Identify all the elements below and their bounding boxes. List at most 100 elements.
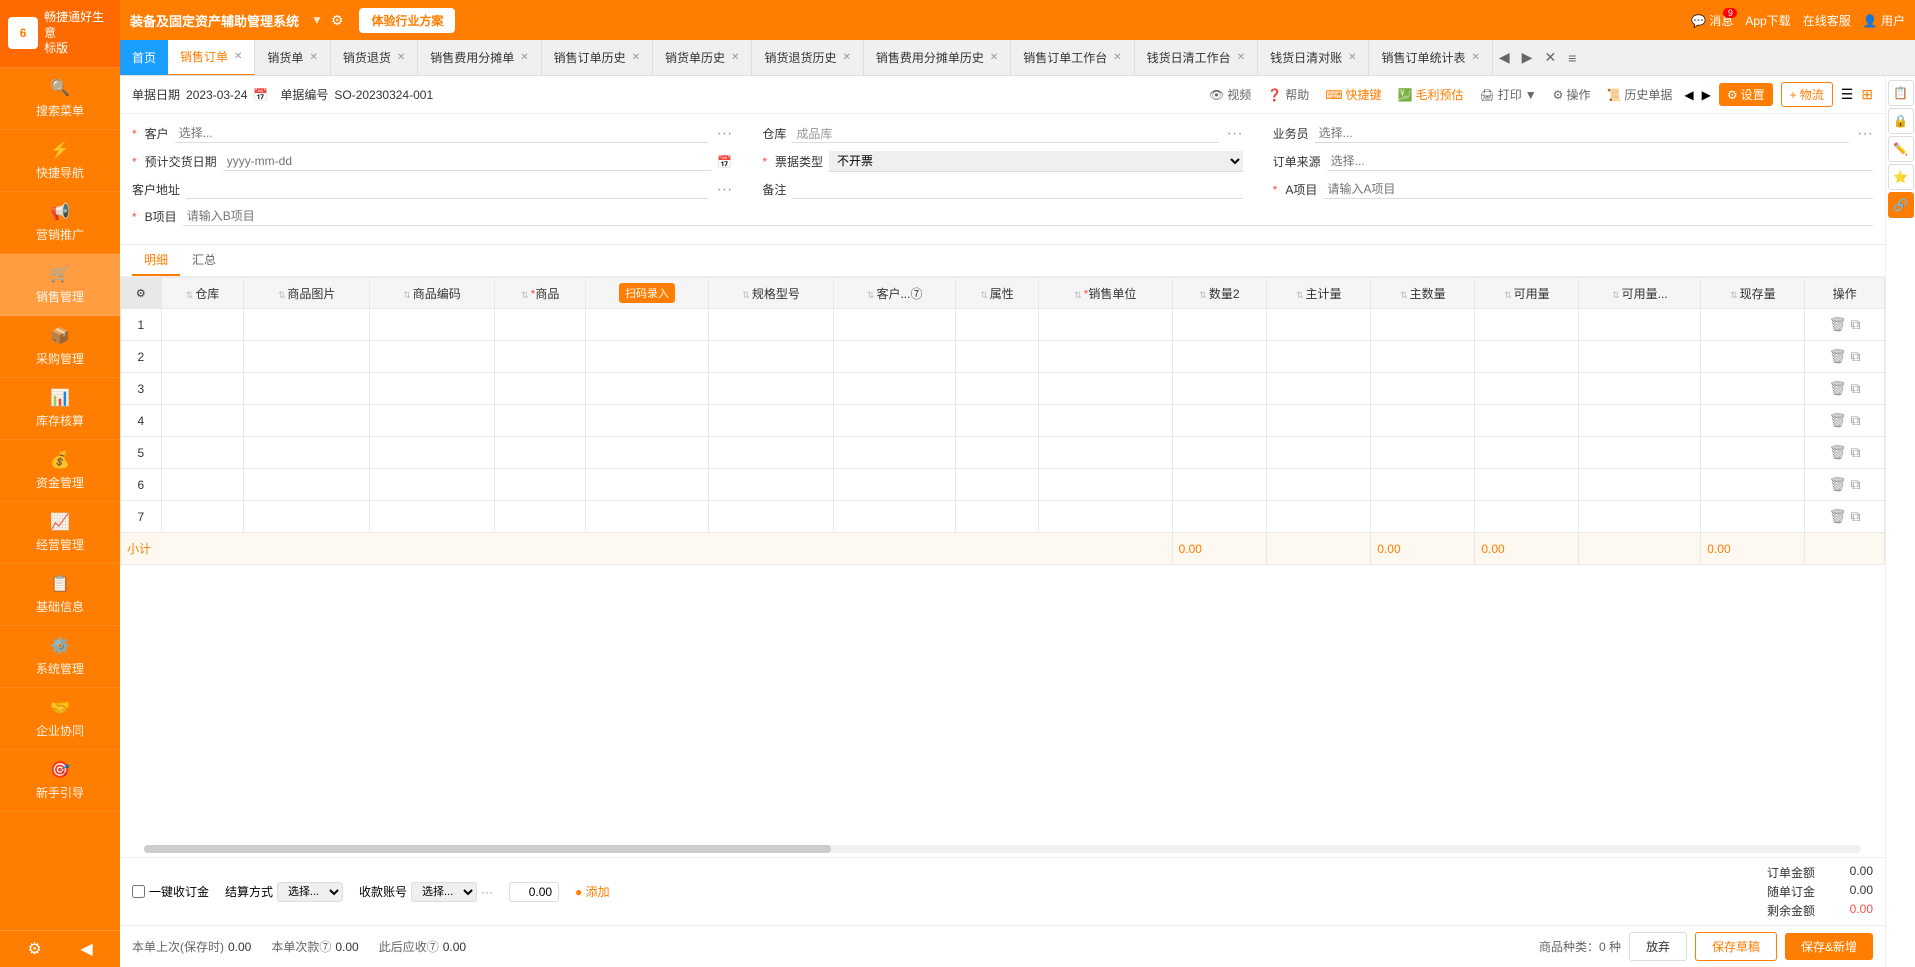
sidebar-item-inventory[interactable]: 📊 库存核算 [0, 378, 120, 440]
tab-close-cash-workbench-icon[interactable]: ✕ [1237, 52, 1245, 63]
grid-view-icon[interactable]: ☰ [1841, 86, 1854, 103]
delivery-calendar-icon[interactable]: 📅 [717, 155, 732, 169]
sidebar-item-system[interactable]: ⚙️ 系统管理 [0, 626, 120, 688]
copy-icon-1[interactable]: ⧉ [1851, 316, 1861, 333]
scan-btn[interactable]: 扫码录入 [619, 283, 675, 303]
row-1-main-unit[interactable] [1267, 309, 1371, 341]
tab-close-slip-history-icon[interactable]: ✕ [731, 52, 739, 63]
sidebar-item-search[interactable]: 🔍 搜索菜单 [0, 68, 120, 130]
sidebar-item-guide[interactable]: 🎯 新手引导 [0, 750, 120, 812]
save-new-button[interactable]: 保存&新增 [1785, 933, 1873, 960]
address-input[interactable] [186, 180, 708, 199]
save-draft-button[interactable]: 保存草稿 [1695, 932, 1777, 961]
sidebar-item-sales[interactable]: 🛒 销售管理 [0, 254, 120, 316]
row-7-warehouse[interactable] [161, 501, 244, 533]
delete-icon-1[interactable]: 🗑 [1829, 316, 1847, 333]
sidebar-item-finance[interactable]: 💰 资金管理 [0, 440, 120, 502]
copy-icon-6[interactable]: ⧉ [1851, 476, 1861, 493]
tab-expense-history[interactable]: 销售费用分摊单历史 ✕ [864, 40, 1011, 76]
topbar-gear-icon[interactable]: ⚙ [331, 12, 344, 29]
row-1-warehouse[interactable] [161, 309, 244, 341]
tab-close-expense-split-icon[interactable]: ✕ [520, 52, 528, 63]
shortcut-btn[interactable]: ⌨ 快捷键 [1321, 84, 1385, 105]
b-project-input[interactable] [183, 207, 1873, 226]
tab-order-workbench[interactable]: 销售订单工作台 ✕ [1011, 40, 1134, 76]
calendar-icon[interactable]: 📅 [253, 88, 268, 102]
scroll-area[interactable] [144, 845, 1861, 853]
solution-button[interactable]: 体验行业方案 [359, 8, 455, 33]
warehouse-input[interactable] [792, 124, 1218, 143]
tab-close-sales-return-icon[interactable]: ✕ [397, 52, 405, 63]
row-2-product[interactable] [495, 341, 586, 373]
row-1-customer[interactable] [834, 309, 956, 341]
warehouse-more-icon[interactable]: ··· [1227, 125, 1243, 143]
col-gear[interactable]: ⚙ [121, 278, 162, 309]
row-1-code[interactable] [369, 309, 494, 341]
print-btn[interactable]: 🖨 打印 ▼ [1476, 84, 1541, 105]
salesperson-input[interactable] [1315, 124, 1849, 143]
right-panel-btn-5[interactable]: 🔗 [1888, 192, 1914, 218]
tab-next-btn[interactable]: ▶ [1516, 49, 1539, 66]
row-5-warehouse[interactable] [161, 437, 244, 469]
tab-expense-split[interactable]: 销售费用分摊单 ✕ [418, 40, 541, 76]
delete-icon-5[interactable]: 🗑 [1829, 444, 1847, 461]
row-4-warehouse[interactable] [161, 405, 244, 437]
tab-close-expense-history-icon[interactable]: ✕ [990, 52, 998, 63]
payment-method-select[interactable]: 选择... [277, 882, 343, 902]
col-scan[interactable]: 扫码录入 [586, 278, 709, 309]
tab-close-order-stats-icon[interactable]: ✕ [1472, 52, 1480, 63]
settings-btn[interactable]: ⚙ [27, 939, 41, 959]
print-dropdown-icon[interactable]: ▼ [1525, 88, 1537, 102]
row-1-unit[interactable] [1038, 309, 1172, 341]
right-panel-btn-2[interactable]: 🔒 [1888, 108, 1914, 134]
tab-close-icon[interactable]: ✕ [234, 51, 242, 62]
order-source-input[interactable] [1327, 152, 1873, 171]
a-project-input[interactable] [1323, 180, 1873, 199]
title-dropdown[interactable]: ▼ [311, 13, 323, 27]
sidebar-item-marketing[interactable]: 📢 营销推广 [0, 192, 120, 254]
tab-cash-reconcile[interactable]: 钱货日清对账 ✕ [1258, 40, 1369, 76]
sidebar-item-business[interactable]: 📈 经营管理 [0, 502, 120, 564]
tab-slip-history[interactable]: 销货单历史 ✕ [653, 40, 752, 76]
sidebar-item-nav[interactable]: ⚡ 快捷导航 [0, 130, 120, 192]
delete-icon-2[interactable]: 🗑 [1829, 348, 1847, 365]
sidebar-item-collab[interactable]: 🤝 企业协同 [0, 688, 120, 750]
quick-confirm-checkbox[interactable] [132, 885, 145, 898]
invoice-type-select[interactable]: 不开票 [829, 151, 1243, 172]
row-2-main-unit[interactable] [1267, 341, 1371, 373]
copy-icon-5[interactable]: ⧉ [1851, 444, 1861, 461]
tab-close-order-workbench-icon[interactable]: ✕ [1113, 52, 1121, 63]
tab-close-order-history-icon[interactable]: ✕ [632, 52, 640, 63]
collapse-btn[interactable]: ◀ [80, 939, 92, 959]
sidebar-item-basic[interactable]: 📋 基础信息 [0, 564, 120, 626]
row-2-unit[interactable] [1038, 341, 1172, 373]
tab-prev-btn[interactable]: ◀ [1493, 49, 1516, 66]
copy-icon-4[interactable]: ⧉ [1851, 412, 1861, 429]
profit-btn[interactable]: 💹 毛利预估 [1394, 84, 1468, 105]
delivery-date-input[interactable] [223, 152, 712, 171]
tab-close-return-history-icon[interactable]: ✕ [842, 52, 850, 63]
message-badge[interactable]: 💬 9 消息 [1691, 12, 1733, 29]
delete-icon-4[interactable]: 🗑 [1829, 412, 1847, 429]
add-logistics-btn[interactable]: + 物流 [1781, 82, 1833, 107]
tab-return-history[interactable]: 销货退货历史 ✕ [752, 40, 863, 76]
address-more-icon[interactable]: ··· [716, 181, 732, 199]
copy-icon-3[interactable]: ⧉ [1851, 380, 1861, 397]
operation-btn[interactable]: ⚙ 操作 [1549, 84, 1595, 105]
customer-more-icon[interactable]: ··· [716, 125, 732, 143]
row-2-customer[interactable] [834, 341, 956, 373]
row-1-main-qty[interactable] [1371, 309, 1475, 341]
user-menu[interactable]: 👤 用户 [1863, 12, 1905, 29]
history-btn[interactable]: 📜 历史单据 [1602, 84, 1676, 105]
table-view-icon[interactable]: ⊞ [1861, 86, 1873, 103]
tab-close-sales-slip-icon[interactable]: ✕ [309, 52, 317, 63]
tab-close-all-btn[interactable]: ✕ [1538, 49, 1562, 66]
delete-icon-7[interactable]: 🗑 [1829, 508, 1847, 525]
sidebar-item-purchase[interactable]: 📦 采购管理 [0, 316, 120, 378]
row-3-warehouse[interactable] [161, 373, 244, 405]
remark-input[interactable] [792, 180, 1242, 199]
app-download-link[interactable]: App下载 [1745, 12, 1790, 29]
settings-quick-btn[interactable]: ⚙ 设置 [1719, 83, 1773, 106]
copy-icon-2[interactable]: ⧉ [1851, 348, 1861, 365]
row-1-spec[interactable] [708, 309, 833, 341]
